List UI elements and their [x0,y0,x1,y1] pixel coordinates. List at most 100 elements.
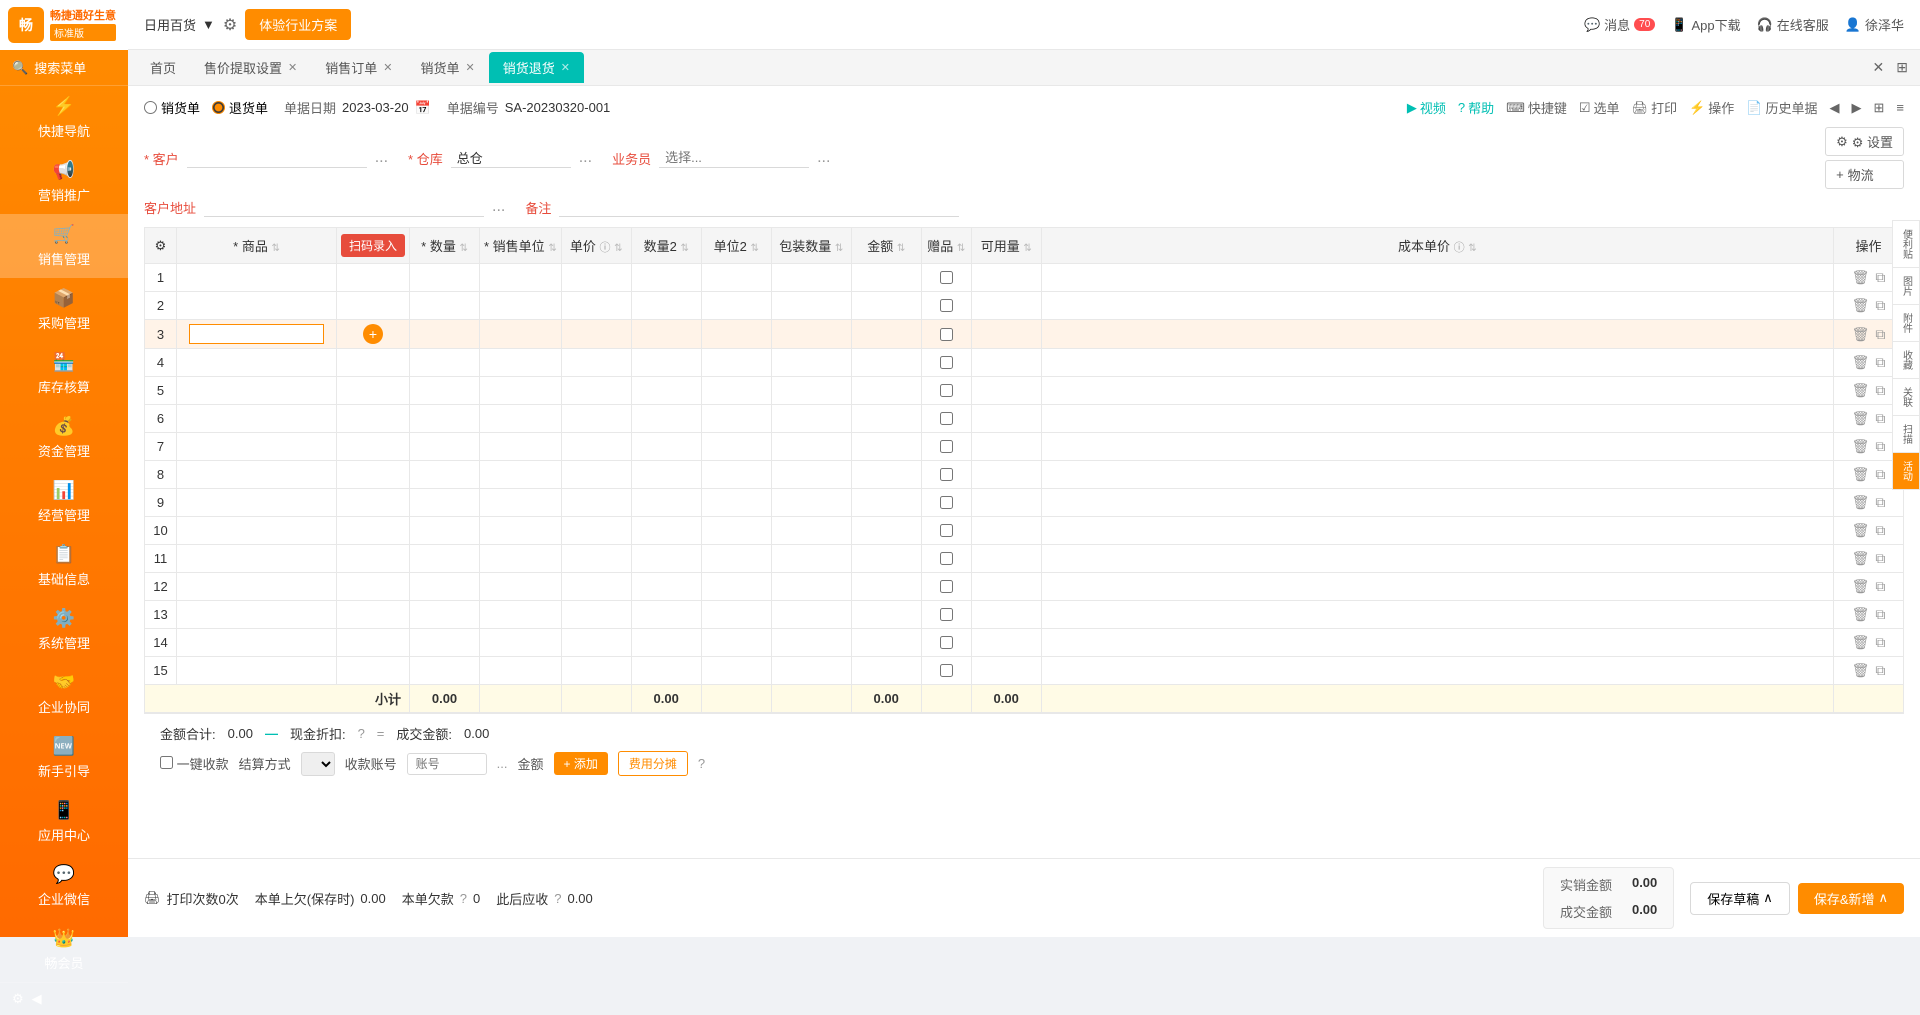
grid-view-icon[interactable]: ⊞ [1874,100,1885,116]
del-btn-2[interactable]: 🗑 [1852,297,1870,314]
goods-cell-14[interactable] [177,629,337,657]
one-click-checkbox[interactable] [160,756,173,769]
copy-btn-3[interactable]: ⧉ [1875,326,1885,343]
copy-btn-6[interactable]: ⧉ [1875,410,1885,427]
unit-cell-4[interactable] [480,349,562,377]
copy-btn-9[interactable]: ⧉ [1875,494,1885,511]
remark-input[interactable] [559,197,959,217]
gift-checkbox-4[interactable] [940,356,953,369]
goods-cell-7[interactable] [177,433,337,461]
price-cell-3[interactable] [561,320,631,349]
qty2-cell-13[interactable] [631,601,701,629]
tab-sales-order[interactable]: 销售订单 ✕ [311,52,406,83]
video-btn[interactable]: ▶ 视频 [1407,98,1446,117]
sidebar-item-basics[interactable]: 📋 基础信息 [0,534,128,598]
unit-cell-10[interactable] [480,517,562,545]
unit2-cell-11[interactable] [701,545,771,573]
cost-cell-8[interactable] [1041,461,1833,489]
operate-btn[interactable]: ⚡ 操作 [1689,98,1734,117]
print-btn[interactable]: 🖨 打印 [1632,98,1678,117]
radio-return[interactable]: 退货单 [212,98,268,117]
pkg-cell-11[interactable] [771,545,851,573]
unit-cell-1[interactable] [480,264,562,292]
price-cell-7[interactable] [561,433,631,461]
cost-cell-10[interactable] [1041,517,1833,545]
sidebar-item-shortcuts[interactable]: ⚡ 快捷导航 [0,86,128,150]
del-btn-8[interactable]: 🗑 [1852,466,1870,483]
qty-cell-11[interactable] [410,545,480,573]
side-util-attach[interactable]: 附件 [1892,304,1920,341]
tab-home[interactable]: 首页 [136,52,190,83]
trial-btn[interactable]: 体验行业方案 [245,9,351,40]
gift-checkbox-6[interactable] [940,412,953,425]
salesperson-input[interactable] [659,148,809,168]
copy-btn-7[interactable]: ⧉ [1875,438,1885,455]
gift-cell-15[interactable] [921,657,971,685]
app-download-btn[interactable]: 📱 App下载 [1671,15,1740,34]
col-scan-header[interactable]: 扫码录入 [337,228,410,264]
unit-cell-15[interactable] [480,657,562,685]
save-draft-btn[interactable]: 保存草稿 ∧ [1690,882,1790,915]
cost-cell-1[interactable] [1041,264,1833,292]
unit-cell-5[interactable] [480,377,562,405]
goods-cell-9[interactable] [177,489,337,517]
sidebar-item-apps[interactable]: 📱 应用中心 [0,790,128,854]
price-cell-9[interactable] [561,489,631,517]
shortcuts-btn[interactable]: ⌨ 快捷键 [1506,98,1567,117]
goods-cell-11[interactable] [177,545,337,573]
qty-cell-1[interactable] [410,264,480,292]
scan-btn[interactable]: 扫码录入 [341,234,405,257]
amount-cell-11[interactable] [851,545,921,573]
pkg-cell-12[interactable] [771,573,851,601]
goods-input-3[interactable] [189,324,325,344]
logistics-btn[interactable]: + 物流 [1825,160,1904,189]
gift-checkbox-9[interactable] [940,496,953,509]
copy-btn-11[interactable]: ⧉ [1875,550,1885,567]
amount-sort-icon[interactable]: ⇅ [897,243,905,254]
amount-cell-4[interactable] [851,349,921,377]
qty2-cell-5[interactable] [631,377,701,405]
amount-cell-15[interactable] [851,657,921,685]
qty-cell-9[interactable] [410,489,480,517]
sidebar-item-vip[interactable]: 👑 畅会员 [0,918,128,982]
copy-btn-8[interactable]: ⧉ [1875,466,1885,483]
del-btn-1[interactable]: 🗑 [1852,269,1870,286]
pkg-cell-2[interactable] [771,292,851,320]
message-btn[interactable]: 💬 消息 70 [1584,15,1655,34]
price-cell-2[interactable] [561,292,631,320]
cost-cell-5[interactable] [1041,377,1833,405]
tab-sales-order-close[interactable]: ✕ [383,61,392,74]
amount-cell-5[interactable] [851,377,921,405]
gift-cell-6[interactable] [921,405,971,433]
save-new-btn[interactable]: 保存&新增 ∧ [1798,883,1904,914]
sidebar-item-operations[interactable]: 📊 经营管理 [0,470,128,534]
unit2-cell-6[interactable] [701,405,771,433]
goods-cell-13[interactable] [177,601,337,629]
cost-cell-12[interactable] [1041,573,1833,601]
unit2-cell-4[interactable] [701,349,771,377]
tab-sales-delivery[interactable]: 销货单 ✕ [406,52,488,83]
gift-cell-12[interactable] [921,573,971,601]
gift-checkbox-10[interactable] [940,524,953,537]
history-btn[interactable]: 📄 历史单据 [1746,98,1817,117]
unit-sort-icon[interactable]: ⇅ [548,243,556,254]
qty2-cell-8[interactable] [631,461,701,489]
available-cell-4[interactable] [971,349,1041,377]
unit2-cell-8[interactable] [701,461,771,489]
gift-sort-icon[interactable]: ⇅ [957,243,965,254]
copy-btn-2[interactable]: ⧉ [1875,297,1885,314]
sidebar-item-sales[interactable]: 🛒 销售管理 [0,214,128,278]
gift-checkbox-14[interactable] [940,636,953,649]
available-cell-5[interactable] [971,377,1041,405]
col-settings-header[interactable]: ⚙ [145,228,177,264]
unit2-cell-14[interactable] [701,629,771,657]
unit2-cell-9[interactable] [701,489,771,517]
available-cell-13[interactable] [971,601,1041,629]
side-util-scan[interactable]: 扫描 [1892,415,1920,452]
available-cell-12[interactable] [971,573,1041,601]
copy-btn-12[interactable]: ⧉ [1875,578,1885,595]
qty2-cell-15[interactable] [631,657,701,685]
gift-checkbox-7[interactable] [940,440,953,453]
price-cell-1[interactable] [561,264,631,292]
question-debt-icon[interactable]: ? [460,891,467,906]
